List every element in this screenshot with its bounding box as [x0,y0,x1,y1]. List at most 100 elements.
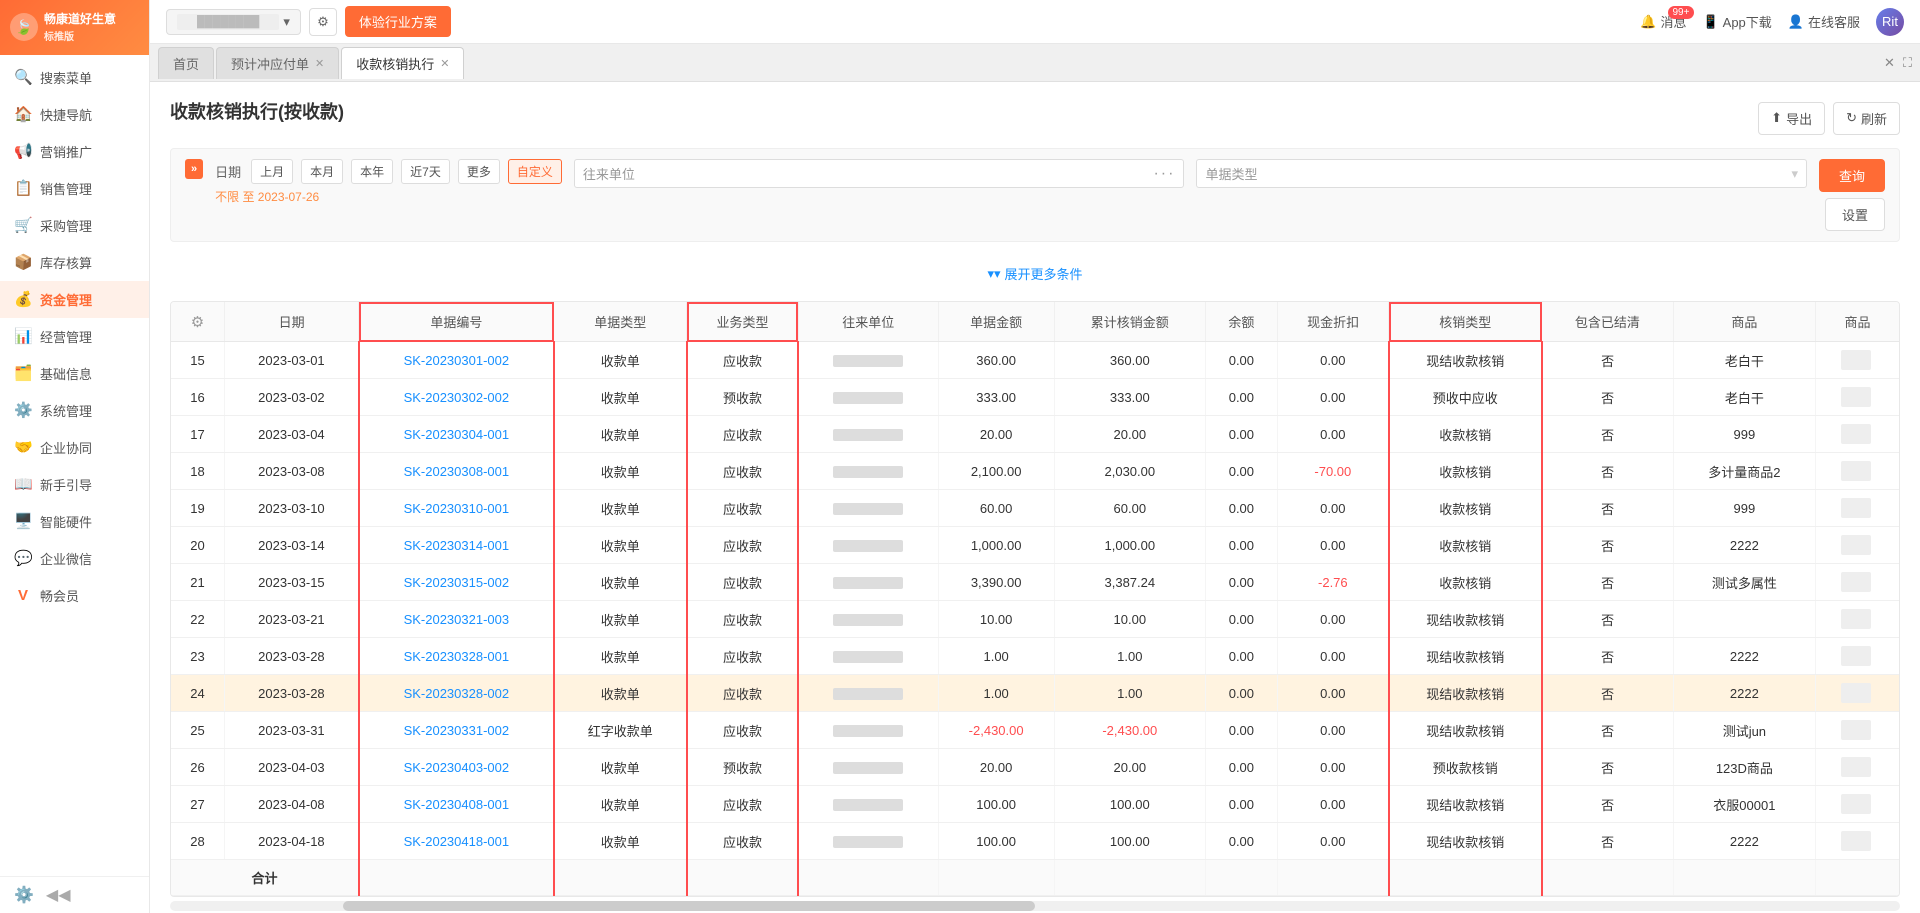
date-this-year[interactable]: 本年 [351,159,393,184]
bill-no-link[interactable]: SK-20230418-001 [404,834,510,849]
query-button[interactable]: 查询 [1819,159,1885,192]
settings-gear-button[interactable]: ⚙ [309,8,337,36]
cell-offset-type: 收款核销 [1389,453,1542,490]
sidebar-item-guide[interactable]: 📖 新手引导 [0,466,149,503]
tab-home[interactable]: 首页 [158,47,214,79]
settings-button[interactable]: 设置 [1825,198,1885,231]
sidebar-bottom: ⚙️ ◀◀ [0,876,149,913]
tab-collection[interactable]: 收款核销执行 ✕ [341,47,464,79]
bill-no-link[interactable]: SK-20230304-001 [404,427,510,442]
cell-partner [798,601,938,638]
cell-product1: 老白干 [1673,379,1815,416]
sidebar-item-purchase[interactable]: 🛒 采购管理 [0,207,149,244]
th-product1: 商品 [1673,302,1815,342]
partner-input[interactable] [639,167,1150,181]
cell-cash-discount: 0.00 [1277,786,1389,823]
close-window-icon[interactable]: ✕ [1884,55,1895,71]
industry-btn[interactable]: 体验行业方案 [345,6,451,37]
bill-no-link[interactable]: SK-20230408-001 [404,797,510,812]
th-settings[interactable]: ⚙ [171,302,224,342]
cell-bill-type: 收款单 [554,379,687,416]
sidebar-item-marketing[interactable]: 📢 营销推广 [0,133,149,170]
collapse-icon[interactable]: ◀◀ [46,885,71,905]
notification-button[interactable]: 🔔 消息 99+ [1640,12,1686,31]
sidebar-item-sales[interactable]: 📋 销售管理 [0,170,149,207]
bill-no-link[interactable]: SK-20230308-001 [404,464,510,479]
sidebar-item-wechat[interactable]: 💬 企业微信 [0,540,149,577]
horizontal-scrollbar[interactable] [170,901,1900,911]
date-custom[interactable]: 自定义 [508,159,562,184]
date-more[interactable]: 更多 [458,159,500,184]
partner-more-btn[interactable]: ··· [1153,165,1175,183]
sidebar-item-hardware[interactable]: 🖥️ 智能硬件 [0,503,149,540]
cell-offset-type: 收款核销 [1389,416,1542,453]
settings-bottom-icon[interactable]: ⚙️ [14,885,34,905]
cell-amount: 100.00 [938,786,1054,823]
filter-collapse-btn[interactable]: » [185,159,203,179]
bill-no-link[interactable]: SK-20230328-001 [404,649,510,664]
cell-biz-type: 应收款 [687,564,799,601]
column-settings-icon[interactable]: ⚙ [191,314,204,331]
cell-no: 16 [171,379,224,416]
cell-include-settled: 否 [1542,564,1673,601]
refresh-button[interactable]: ↻ 刷新 [1833,102,1900,135]
bill-no-link[interactable]: SK-20230314-001 [404,538,510,553]
search-icon: 🔍 [14,68,32,86]
bill-no-link[interactable]: SK-20230301-002 [404,353,510,368]
table-row: 16 2023-03-02 SK-20230302-002 收款单 预收款 33… [171,379,1899,416]
cell-no: 17 [171,416,224,453]
sidebar-item-basic[interactable]: 🗂️ 基础信息 [0,355,149,392]
cell-balance: 0.00 [1205,675,1277,712]
sidebar-item-enterprise[interactable]: 🤝 企业协同 [0,429,149,466]
bill-no-link[interactable]: SK-20230331-002 [404,723,510,738]
bill-no-link[interactable]: SK-20230328-002 [404,686,510,701]
th-total-offset: 累计核销金额 [1054,302,1205,342]
cell-product2 [1816,379,1899,416]
sidebar-nav: 🔍 搜索菜单 🏠 快捷导航 📢 营销推广 📋 销售管理 🛒 采购管理 📦 库存核… [0,55,149,876]
logo-title: 畅康道好生意 [44,12,116,28]
sidebar-item-member[interactable]: V 畅会员 [0,577,149,614]
sidebar-item-shortcut[interactable]: 🏠 快捷导航 [0,96,149,133]
guide-icon: 📖 [14,475,32,493]
sidebar-item-wechat-label: 企业微信 [40,549,92,568]
online-service-button[interactable]: 👤 在线客服 [1788,12,1860,31]
cell-no: 23 [171,638,224,675]
bill-type-label: 单据类型 [1205,164,1257,183]
collection-tab-close[interactable]: ✕ [440,57,449,70]
table-row: 15 2023-03-01 SK-20230301-002 收款单 应收款 36… [171,342,1899,379]
cell-include-settled: 否 [1542,638,1673,675]
date-last-month[interactable]: 上月 [251,159,293,184]
cell-offset-type: 预收款核销 [1389,749,1542,786]
workspace-selector[interactable]: ████████ ▾ [166,9,301,35]
table-row: 22 2023-03-21 SK-20230321-003 收款单 应收款 10… [171,601,1899,638]
expand-conditions-btn[interactable]: ▾▾ 展开更多条件 [987,264,1082,283]
cell-include-settled: 否 [1542,712,1673,749]
cell-include-settled: 否 [1542,749,1673,786]
scroll-thumb[interactable] [343,901,1035,911]
sidebar-item-system[interactable]: ⚙️ 系统管理 [0,392,149,429]
cell-biz-type: 应收款 [687,490,799,527]
expand-window-icon[interactable]: ⛶ [1903,55,1912,71]
bill-no-link[interactable]: SK-20230302-002 [404,390,510,405]
cell-include-settled: 否 [1542,416,1673,453]
tab-receivable[interactable]: 预计冲应付单 ✕ [216,47,339,79]
user-avatar[interactable]: Rit [1876,8,1904,36]
cell-biz-type: 应收款 [687,638,799,675]
date-last-7days[interactable]: 近7天 [401,159,450,184]
bell-icon: 🔔 [1640,14,1656,30]
date-this-month[interactable]: 本月 [301,159,343,184]
hardware-icon: 🖥️ [14,512,32,530]
export-button[interactable]: ⬆ 导出 [1758,102,1825,135]
bill-type-input[interactable] [1261,167,1787,181]
bill-no-link[interactable]: SK-20230403-002 [404,760,510,775]
bill-no-link[interactable]: SK-20230310-001 [404,501,510,516]
app-download-button[interactable]: 📱 App下载 [1702,12,1771,31]
sidebar-item-inventory[interactable]: 📦 库存核算 [0,244,149,281]
sidebar-item-operations[interactable]: 📊 经营管理 [0,318,149,355]
bill-no-link[interactable]: SK-20230315-002 [404,575,510,590]
cell-include-settled: 否 [1542,675,1673,712]
sidebar-item-finance[interactable]: 💰 资金管理 [0,281,149,318]
receivable-tab-close[interactable]: ✕ [315,57,324,70]
bill-no-link[interactable]: SK-20230321-003 [404,612,510,627]
sidebar-item-search[interactable]: 🔍 搜索菜单 [0,59,149,96]
